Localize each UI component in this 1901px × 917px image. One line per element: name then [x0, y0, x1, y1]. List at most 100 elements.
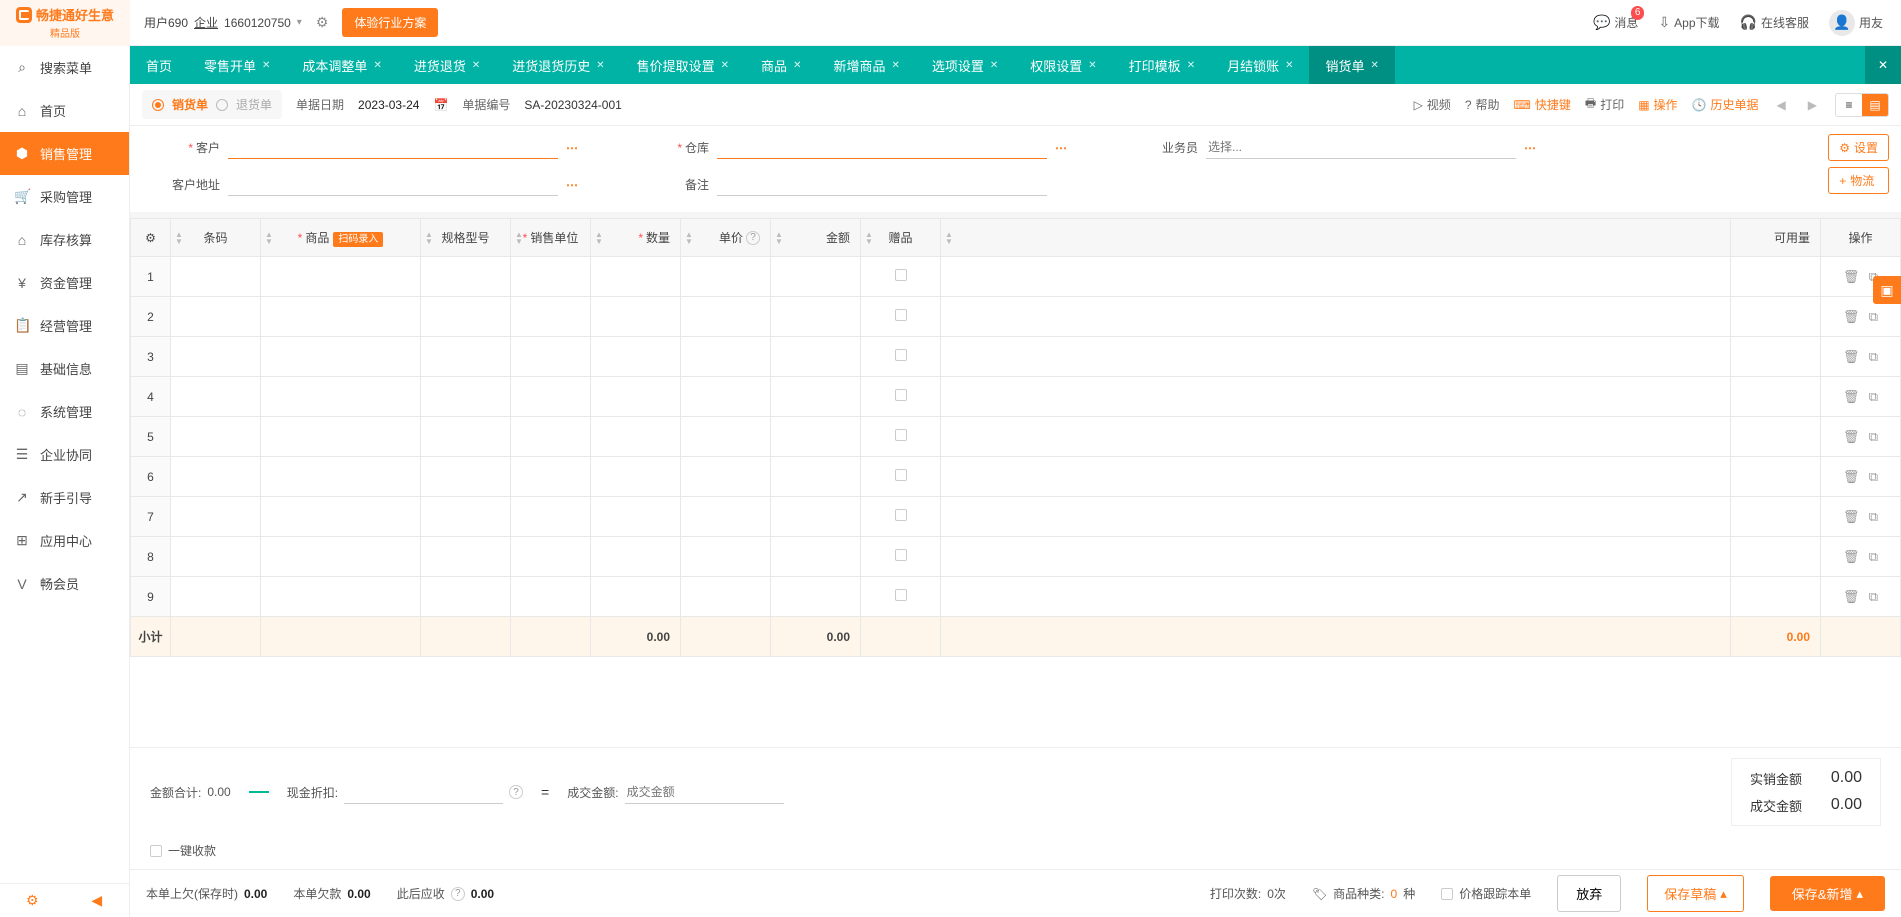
right-drawer-toggle[interactable]: ▣ [1873, 276, 1901, 304]
gift-checkbox[interactable] [895, 429, 907, 441]
collect-checkbox[interactable] [150, 845, 162, 857]
delete-row-icon[interactable]: 🗑 [1840, 429, 1863, 444]
close-tab-icon[interactable]: ✕ [1088, 60, 1096, 71]
warehouse-picker-icon[interactable]: ⋯ [1055, 141, 1068, 155]
messages-button[interactable]: 💬 消息 6 [1593, 14, 1638, 31]
col-spec[interactable]: ▲▼规格型号 [421, 219, 511, 257]
sidebar-item-7[interactable]: ▤基础信息 [0, 347, 129, 390]
delete-row-icon[interactable]: 🗑 [1840, 309, 1863, 324]
copy-row-icon[interactable]: ⧉ [1866, 549, 1881, 564]
help-icon[interactable]: ? [451, 887, 465, 901]
prev-doc-icon[interactable]: ◀ [1773, 98, 1790, 112]
radio-return[interactable] [216, 99, 228, 111]
tab-4[interactable]: 进货退货历史✕ [496, 46, 620, 84]
sidebar-item-4[interactable]: ⌂库存核算 [0, 218, 129, 261]
copy-row-icon[interactable]: ⧉ [1866, 429, 1881, 444]
col-amount[interactable]: ▲▼金额 [771, 219, 861, 257]
doc-date-value[interactable]: 2023-03-24 [358, 98, 419, 112]
sidebar-item-3[interactable]: 🛒采购管理 [0, 175, 129, 218]
close-tab-icon[interactable]: ✕ [373, 60, 381, 71]
table-row[interactable]: 7🗑 ⧉ [131, 497, 1901, 537]
col-product[interactable]: ▲▼*商品扫码录入 [261, 219, 421, 257]
salesman-picker-icon[interactable]: ⋯ [1524, 141, 1537, 155]
gift-checkbox[interactable] [895, 469, 907, 481]
gift-checkbox[interactable] [895, 509, 907, 521]
support-button[interactable]: 🎧 在线客服 [1740, 14, 1809, 31]
tenant-selector[interactable]: 用户690企业1660120750 ▾ [144, 14, 302, 31]
tab-5[interactable]: 售价提取设置✕ [621, 46, 745, 84]
delete-row-icon[interactable]: 🗑 [1840, 349, 1863, 364]
gift-checkbox[interactable] [895, 549, 907, 561]
close-tab-icon[interactable]: ✕ [1187, 60, 1195, 71]
copy-row-icon[interactable]: ⧉ [1866, 389, 1881, 404]
col-price[interactable]: ▲▼单价 ? [681, 219, 771, 257]
close-tab-icon[interactable]: ✕ [262, 60, 270, 71]
collapse-sidebar-icon[interactable]: ◀ [65, 884, 130, 917]
table-row[interactable]: 9🗑 ⧉ [131, 577, 1901, 617]
delete-row-icon[interactable]: 🗑 [1840, 589, 1863, 604]
sidebar-item-9[interactable]: ☰企业协同 [0, 433, 129, 476]
close-all-tabs-button[interactable]: ✕ [1865, 46, 1901, 84]
tab-6[interactable]: 商品✕ [745, 46, 817, 84]
user-menu[interactable]: 👤 用友 [1829, 10, 1883, 36]
close-tab-icon[interactable]: ✕ [721, 60, 729, 71]
view-toggle[interactable]: ≡ ▤ [1835, 93, 1889, 117]
col-gift[interactable]: ▲▼赠品 [861, 219, 941, 257]
sidebar-item-0[interactable]: ⌕搜索菜单 [0, 46, 129, 89]
calendar-icon[interactable]: 📅 [433, 98, 448, 112]
address-picker-icon[interactable]: ⋯ [566, 178, 579, 192]
sidebar-item-12[interactable]: V畅会员 [0, 562, 129, 605]
gift-checkbox[interactable] [895, 389, 907, 401]
delete-row-icon[interactable]: 🗑 [1840, 269, 1863, 284]
warehouse-input[interactable] [717, 136, 1047, 159]
tab-1[interactable]: 零售开单✕ [188, 46, 286, 84]
delete-row-icon[interactable]: 🗑 [1840, 509, 1863, 524]
print-link[interactable]: 🖶打印 [1585, 94, 1624, 115]
copy-row-icon[interactable]: ⧉ [1866, 589, 1881, 604]
col-unit[interactable]: ▲▼*销售单位 [511, 219, 591, 257]
track-checkbox[interactable] [1441, 888, 1453, 900]
delete-row-icon[interactable]: 🗑 [1840, 549, 1863, 564]
table-row[interactable]: 8🗑 ⧉ [131, 537, 1901, 577]
gift-checkbox[interactable] [895, 589, 907, 601]
close-tab-icon[interactable]: ✕ [596, 60, 604, 71]
tab-9[interactable]: 权限设置✕ [1014, 46, 1112, 84]
settings-button[interactable]: ⚙设置 [1828, 134, 1889, 161]
deal-input[interactable] [625, 781, 784, 804]
sidebar-item-6[interactable]: 📋经营管理 [0, 304, 129, 347]
sidebar-item-2[interactable]: ⬢销售管理 [0, 132, 129, 175]
app-download-button[interactable]: ⇩ App下载 [1658, 14, 1719, 31]
col-barcode[interactable]: ▲▼条码 [171, 219, 261, 257]
customer-picker-icon[interactable]: ⋯ [566, 141, 579, 155]
close-tab-icon[interactable]: ✕ [1285, 60, 1293, 71]
sidebar-item-10[interactable]: ↗新手引导 [0, 476, 129, 519]
sidebar-item-1[interactable]: ⌂首页 [0, 89, 129, 132]
discount-input[interactable] [344, 781, 503, 804]
next-doc-icon[interactable]: ▶ [1804, 98, 1821, 112]
close-tab-icon[interactable]: ✕ [1371, 60, 1379, 71]
tab-0[interactable]: 首页 [130, 46, 188, 84]
tab-10[interactable]: 打印模板✕ [1113, 46, 1211, 84]
tab-7[interactable]: 新增商品✕ [817, 46, 915, 84]
history-link[interactable]: 🕓历史单据 [1692, 96, 1759, 113]
logistics-button[interactable]: +物流 [1828, 167, 1889, 194]
delete-row-icon[interactable]: 🗑 [1840, 389, 1863, 404]
close-tab-icon[interactable]: ✕ [793, 60, 801, 71]
remark-input[interactable] [717, 173, 1047, 196]
tab-2[interactable]: 成本调整单✕ [286, 46, 397, 84]
gift-checkbox[interactable] [895, 349, 907, 361]
tab-11[interactable]: 月结锁账✕ [1211, 46, 1309, 84]
copy-row-icon[interactable]: ⧉ [1866, 469, 1881, 484]
sidebar-item-8[interactable]: ◌系统管理 [0, 390, 129, 433]
doc-mode-toggle[interactable]: 销货单 退货单 [142, 90, 282, 119]
table-row[interactable]: 4🗑 ⧉ [131, 377, 1901, 417]
shortcut-link[interactable]: ⌨快捷键 [1514, 96, 1571, 113]
copy-row-icon[interactable]: ⧉ [1866, 349, 1881, 364]
gift-checkbox[interactable] [895, 269, 907, 281]
copy-row-icon[interactable]: ⧉ [1866, 309, 1881, 324]
col-gear[interactable]: ⚙ [131, 219, 171, 257]
customer-input[interactable] [228, 136, 558, 159]
delete-row-icon[interactable]: 🗑 [1840, 469, 1863, 484]
copy-row-icon[interactable]: ⧉ [1866, 509, 1881, 524]
sidebar-item-11[interactable]: ⊞应用中心 [0, 519, 129, 562]
